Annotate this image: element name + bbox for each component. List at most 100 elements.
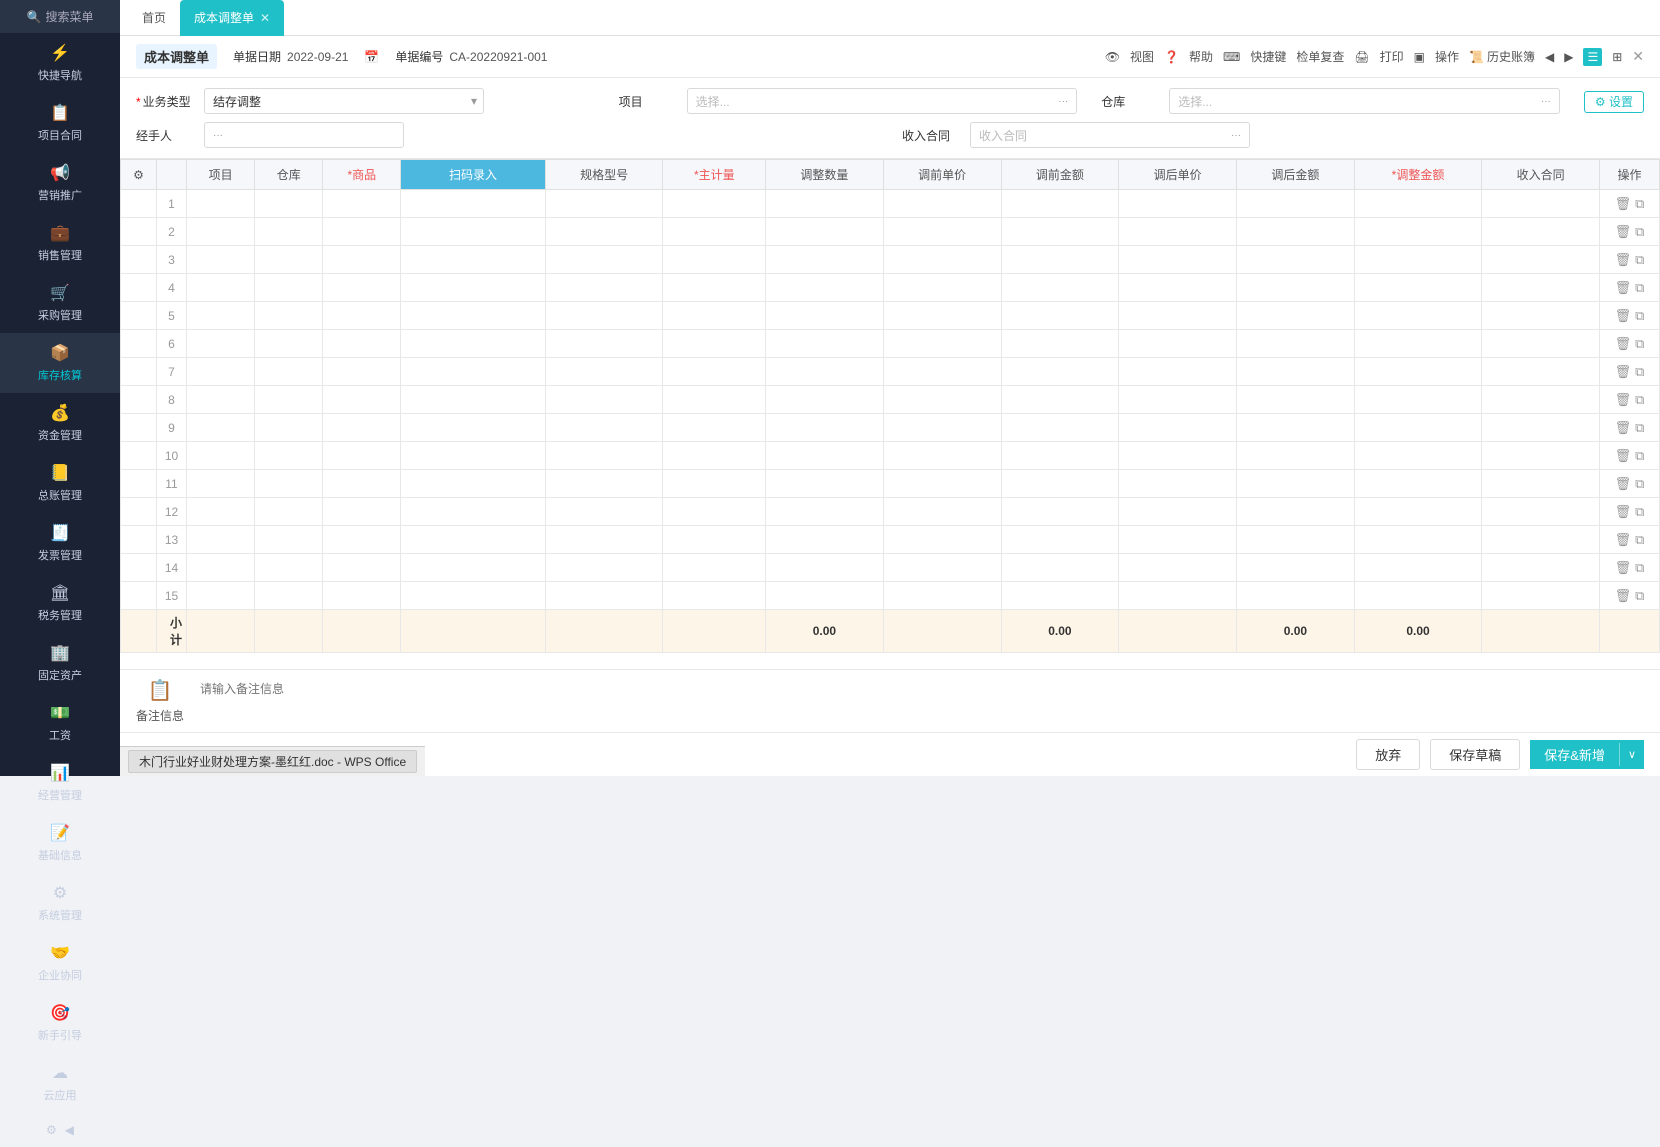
row-adjust-amount-cell[interactable]	[1354, 246, 1481, 274]
row-warehouse-cell[interactable]	[255, 526, 323, 554]
sidebar-item-fixed-assets[interactable]: 🏢 固定资产	[0, 633, 120, 693]
row-copy-icon[interactable]: ⧉	[1635, 224, 1644, 240]
sidebar-settings-row[interactable]: ⚙ ◀	[0, 1113, 120, 1147]
row-scan-cell[interactable]	[401, 414, 546, 442]
save-new-arrow-btn[interactable]: ∨	[1619, 743, 1644, 766]
row-scan-cell[interactable]	[401, 498, 546, 526]
row-income-contract-cell[interactable]	[1482, 442, 1600, 470]
row-pre-unit-price-cell[interactable]	[883, 442, 1001, 470]
sidebar-item-payroll[interactable]: 💵 工资	[0, 693, 120, 753]
row-product-cell[interactable]	[323, 582, 401, 610]
row-post-unit-price-cell[interactable]	[1119, 470, 1237, 498]
row-pre-amount-cell[interactable]	[1001, 246, 1119, 274]
row-scan-cell[interactable]	[401, 330, 546, 358]
row-copy-icon[interactable]: ⧉	[1635, 252, 1644, 268]
row-post-unit-price-cell[interactable]	[1119, 582, 1237, 610]
th-pre-unit-price[interactable]: 调前单价	[883, 160, 1001, 190]
row-scan-cell[interactable]	[401, 246, 546, 274]
row-copy-icon[interactable]: ⧉	[1635, 196, 1644, 212]
row-warehouse-cell[interactable]	[255, 498, 323, 526]
sidebar-item-new-guide[interactable]: 🎯 新手引导	[0, 993, 120, 1053]
row-post-unit-price-cell[interactable]	[1119, 526, 1237, 554]
row-post-amount-cell[interactable]	[1237, 330, 1355, 358]
row-income-contract-cell[interactable]	[1482, 330, 1600, 358]
row-delete-icon[interactable]: 🗑	[1615, 252, 1632, 268]
row-scan-cell[interactable]	[401, 274, 546, 302]
row-warehouse-cell[interactable]	[255, 442, 323, 470]
row-post-unit-price-cell[interactable]	[1119, 218, 1237, 246]
grid-view-icon[interactable]: ⊞	[1612, 50, 1622, 64]
row-warehouse-cell[interactable]	[255, 386, 323, 414]
income-contract-input[interactable]: 收入合同 ···	[970, 122, 1250, 148]
row-pre-unit-price-cell[interactable]	[883, 498, 1001, 526]
row-scan-cell[interactable]	[401, 358, 546, 386]
row-adjust-qty-cell[interactable]	[766, 442, 884, 470]
th-post-amount[interactable]: 调后金额	[1237, 160, 1355, 190]
sidebar-item-enterprise[interactable]: 🤝 企业协同	[0, 933, 120, 993]
row-unit-cell[interactable]	[663, 554, 766, 582]
row-income-contract-cell[interactable]	[1482, 246, 1600, 274]
row-spec-cell[interactable]	[545, 218, 663, 246]
row-spec-cell[interactable]	[545, 330, 663, 358]
row-warehouse-cell[interactable]	[255, 330, 323, 358]
th-spec[interactable]: 规格型号	[545, 160, 663, 190]
row-post-amount-cell[interactable]	[1237, 414, 1355, 442]
row-adjust-qty-cell[interactable]	[766, 218, 884, 246]
row-post-amount-cell[interactable]	[1237, 302, 1355, 330]
row-adjust-qty-cell[interactable]	[766, 302, 884, 330]
row-project-cell[interactable]	[187, 302, 255, 330]
row-product-cell[interactable]	[323, 218, 401, 246]
row-copy-icon[interactable]: ⧉	[1635, 560, 1644, 576]
row-adjust-qty-cell[interactable]	[766, 358, 884, 386]
discard-button[interactable]: 放弃	[1356, 739, 1420, 770]
row-delete-icon[interactable]: 🗑	[1615, 504, 1632, 520]
row-income-contract-cell[interactable]	[1482, 526, 1600, 554]
sidebar-item-cloud-apps[interactable]: ☁ 云应用	[0, 1053, 120, 1113]
row-copy-icon[interactable]: ⧉	[1635, 504, 1644, 520]
row-scan-cell[interactable]	[401, 218, 546, 246]
row-project-cell[interactable]	[187, 554, 255, 582]
row-income-contract-cell[interactable]	[1482, 470, 1600, 498]
row-project-cell[interactable]	[187, 190, 255, 218]
row-warehouse-cell[interactable]	[255, 190, 323, 218]
row-income-contract-cell[interactable]	[1482, 218, 1600, 246]
row-adjust-qty-cell[interactable]	[766, 470, 884, 498]
row-unit-cell[interactable]	[663, 358, 766, 386]
th-income-contract[interactable]: 收入合同	[1482, 160, 1600, 190]
row-unit-cell[interactable]	[663, 582, 766, 610]
help-btn[interactable]: 帮助	[1189, 48, 1213, 65]
row-income-contract-cell[interactable]	[1482, 554, 1600, 582]
row-pre-amount-cell[interactable]	[1001, 386, 1119, 414]
row-pre-amount-cell[interactable]	[1001, 330, 1119, 358]
row-adjust-amount-cell[interactable]	[1354, 414, 1481, 442]
row-warehouse-cell[interactable]	[255, 302, 323, 330]
row-adjust-qty-cell[interactable]	[766, 582, 884, 610]
row-delete-icon[interactable]: 🗑	[1615, 532, 1632, 548]
row-scan-cell[interactable]	[401, 442, 546, 470]
row-income-contract-cell[interactable]	[1482, 498, 1600, 526]
row-adjust-qty-cell[interactable]	[766, 330, 884, 358]
row-spec-cell[interactable]	[545, 274, 663, 302]
row-post-amount-cell[interactable]	[1237, 554, 1355, 582]
row-copy-icon[interactable]: ⧉	[1635, 392, 1644, 408]
row-copy-icon[interactable]: ⧉	[1635, 308, 1644, 324]
row-project-cell[interactable]	[187, 582, 255, 610]
row-spec-cell[interactable]	[545, 386, 663, 414]
sidebar-item-tax-mgmt[interactable]: 🏛 税务管理	[0, 573, 120, 633]
tab-cost-adjust[interactable]: 成本调整单 ✕	[180, 0, 284, 36]
row-copy-icon[interactable]: ⧉	[1635, 532, 1644, 548]
row-post-amount-cell[interactable]	[1237, 498, 1355, 526]
check-btn[interactable]: 检单复查	[1296, 48, 1344, 65]
row-adjust-amount-cell[interactable]	[1354, 386, 1481, 414]
sidebar-item-sys-mgmt[interactable]: ⚙ 系统管理	[0, 873, 120, 933]
row-adjust-qty-cell[interactable]	[766, 498, 884, 526]
row-spec-cell[interactable]	[545, 526, 663, 554]
row-post-unit-price-cell[interactable]	[1119, 190, 1237, 218]
row-post-unit-price-cell[interactable]	[1119, 274, 1237, 302]
row-adjust-amount-cell[interactable]	[1354, 554, 1481, 582]
row-delete-icon[interactable]: 🗑	[1615, 280, 1632, 296]
save-new-main-btn[interactable]: 保存&新增	[1530, 740, 1619, 769]
row-post-unit-price-cell[interactable]	[1119, 302, 1237, 330]
row-product-cell[interactable]	[323, 414, 401, 442]
row-warehouse-cell[interactable]	[255, 470, 323, 498]
